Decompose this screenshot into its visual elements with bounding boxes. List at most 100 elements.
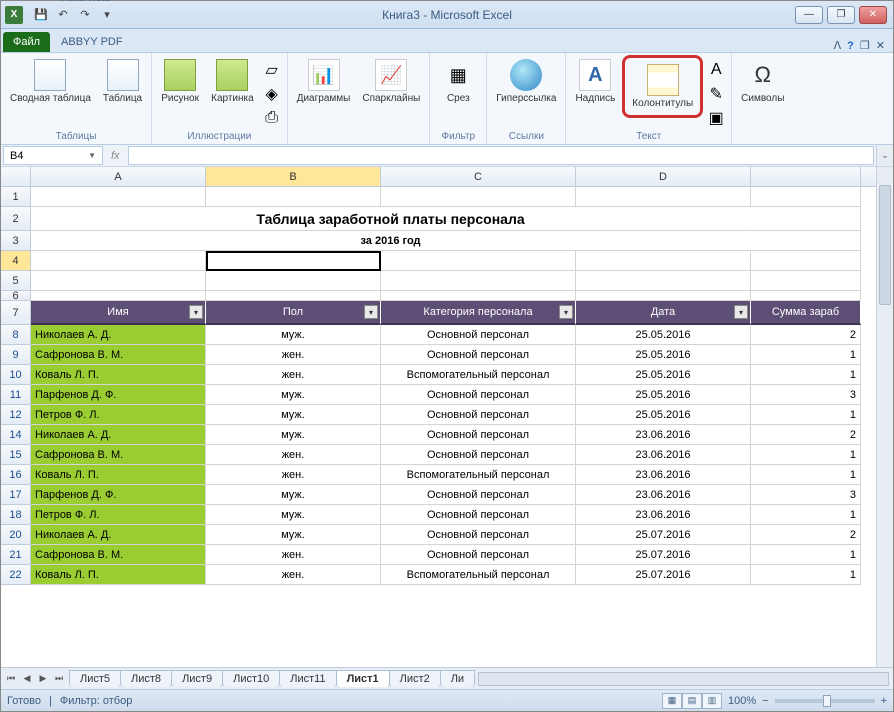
row-header[interactable]: 21 <box>1 545 31 565</box>
row-header[interactable]: 17 <box>1 485 31 505</box>
header-footer-button[interactable]: Колонтитулы <box>627 60 698 113</box>
textbox-button[interactable]: AНадпись <box>570 55 620 108</box>
cell-name[interactable]: Николаев А. Д. <box>31 425 206 445</box>
namebox-dropdown-icon[interactable]: ▼ <box>88 151 96 160</box>
cell-sum[interactable]: 3 <box>751 485 861 505</box>
signature-icon[interactable]: ✎ <box>705 83 727 105</box>
row-header[interactable]: 6 <box>1 291 31 301</box>
zoom-in-icon[interactable]: + <box>881 695 887 707</box>
smartart-icon[interactable]: ◈ <box>261 83 283 105</box>
sparklines-button[interactable]: 📈Спарклайны <box>357 55 425 108</box>
table-header-sum[interactable]: Сумма зараб <box>751 301 861 325</box>
cell-date[interactable]: 25.07.2016 <box>576 525 751 545</box>
cell-sex[interactable]: жен. <box>206 565 381 585</box>
cell-category[interactable]: Основной персонал <box>381 445 576 465</box>
cell-date[interactable]: 25.05.2016 <box>576 365 751 385</box>
help-icon[interactable]: ? <box>847 40 854 52</box>
undo-icon[interactable]: ↶ <box>53 5 73 25</box>
filter-dropdown-icon[interactable]: ▾ <box>559 305 573 319</box>
shapes-icon[interactable]: ▱ <box>261 59 283 81</box>
cell-sum[interactable]: 1 <box>751 345 861 365</box>
row-header[interactable]: 1 <box>1 187 31 207</box>
cell-name[interactable]: Николаев А. Д. <box>31 325 206 345</box>
cell-date[interactable]: 25.05.2016 <box>576 345 751 365</box>
cell-sum[interactable]: 1 <box>751 545 861 565</box>
cell-sum[interactable]: 1 <box>751 465 861 485</box>
row-header[interactable]: 14 <box>1 425 31 445</box>
select-all-button[interactable] <box>1 167 31 186</box>
cell-sex[interactable]: жен. <box>206 345 381 365</box>
cell-date[interactable]: 23.06.2016 <box>576 445 751 465</box>
row-header[interactable]: 7 <box>1 301 31 325</box>
cell-date[interactable]: 23.06.2016 <box>576 485 751 505</box>
row-header[interactable]: 15 <box>1 445 31 465</box>
save-icon[interactable]: 💾 <box>31 5 51 25</box>
qat-dropdown-icon[interactable]: ▾ <box>97 5 117 25</box>
cell-name[interactable]: Парфенов Д. Ф. <box>31 385 206 405</box>
maximize-button[interactable]: ❐ <box>827 6 855 24</box>
view-layout-icon[interactable]: ▤ <box>682 693 702 709</box>
redo-icon[interactable]: ↷ <box>75 5 95 25</box>
fx-icon[interactable]: fx <box>111 150 120 162</box>
cell-name[interactable]: Сафронова В. М. <box>31 545 206 565</box>
cell-sum[interactable]: 2 <box>751 525 861 545</box>
row-header[interactable]: 11 <box>1 385 31 405</box>
sheet-tab[interactable]: Ли <box>440 670 475 687</box>
col-header-e[interactable] <box>751 167 861 186</box>
sheet-tab[interactable]: Лист9 <box>171 670 223 687</box>
col-header-c[interactable]: C <box>381 167 576 186</box>
cell-date[interactable]: 25.05.2016 <box>576 385 751 405</box>
clipart-button[interactable]: Картинка <box>206 55 259 108</box>
filter-dropdown-icon[interactable]: ▾ <box>364 305 378 319</box>
ribbon-tab-10[interactable]: ABBYY PDF <box>52 31 132 52</box>
cell-sum[interactable]: 1 <box>751 365 861 385</box>
cell-name[interactable]: Коваль Л. П. <box>31 465 206 485</box>
cell-sum[interactable]: 2 <box>751 425 861 445</box>
col-header-a[interactable]: A <box>31 167 206 186</box>
row-header[interactable]: 16 <box>1 465 31 485</box>
sheet-tab[interactable]: Лист10 <box>222 670 280 687</box>
view-normal-icon[interactable]: ▦ <box>662 693 682 709</box>
sheet-tab[interactable]: Лист11 <box>279 670 336 687</box>
workbook-close-icon[interactable]: ✕ <box>876 39 885 52</box>
cell-sum[interactable]: 2 <box>751 325 861 345</box>
col-header-b[interactable]: B <box>206 167 381 186</box>
cell-name[interactable]: Петров Ф. Л. <box>31 505 206 525</box>
formula-input[interactable] <box>128 146 874 165</box>
sheet-next-icon[interactable]: ▶ <box>35 673 51 684</box>
cell-date[interactable]: 25.07.2016 <box>576 545 751 565</box>
cell-sex[interactable]: муж. <box>206 425 381 445</box>
table-title[interactable]: Таблица заработной платы персонала <box>31 207 751 231</box>
pivot-table-button[interactable]: Сводная таблица <box>5 55 96 108</box>
row-header[interactable]: 8 <box>1 325 31 345</box>
cell-category[interactable]: Основной персонал <box>381 505 576 525</box>
cell-category[interactable]: Вспомогательный персонал <box>381 465 576 485</box>
row-header[interactable]: 9 <box>1 345 31 365</box>
row-header[interactable]: 22 <box>1 565 31 585</box>
cell-date[interactable]: 23.06.2016 <box>576 425 751 445</box>
cell-sum[interactable]: 1 <box>751 565 861 585</box>
cell-category[interactable]: Основной персонал <box>381 405 576 425</box>
minimize-ribbon-icon[interactable]: ᐱ <box>834 39 842 52</box>
vertical-scrollbar[interactable] <box>876 167 893 667</box>
screenshot-icon[interactable]: ⎙ <box>261 107 283 129</box>
row-header[interactable]: 12 <box>1 405 31 425</box>
excel-icon[interactable]: X <box>5 6 23 24</box>
cell-sex[interactable]: муж. <box>206 385 381 405</box>
charts-button[interactable]: 📊Диаграммы <box>292 55 356 108</box>
active-cell[interactable] <box>206 251 381 271</box>
filter-dropdown-icon[interactable]: ▾ <box>189 305 203 319</box>
slicer-button[interactable]: ▦Срез <box>434 55 482 108</box>
hyperlink-button[interactable]: Гиперссылка <box>491 55 561 108</box>
horizontal-scrollbar[interactable] <box>478 672 889 686</box>
sheet-tab[interactable]: Лист1 <box>336 670 390 687</box>
cell-sex[interactable]: муж. <box>206 405 381 425</box>
table-header-cat[interactable]: Категория персонала▾ <box>381 301 576 325</box>
window-restore-icon[interactable]: ❐ <box>860 39 870 52</box>
scrollbar-thumb[interactable] <box>879 185 891 305</box>
sheet-prev-icon[interactable]: ◀ <box>19 673 35 684</box>
cell-date[interactable]: 25.05.2016 <box>576 405 751 425</box>
cell-date[interactable]: 23.06.2016 <box>576 505 751 525</box>
cell-name[interactable]: Петров Ф. Л. <box>31 405 206 425</box>
cell-sex[interactable]: муж. <box>206 525 381 545</box>
